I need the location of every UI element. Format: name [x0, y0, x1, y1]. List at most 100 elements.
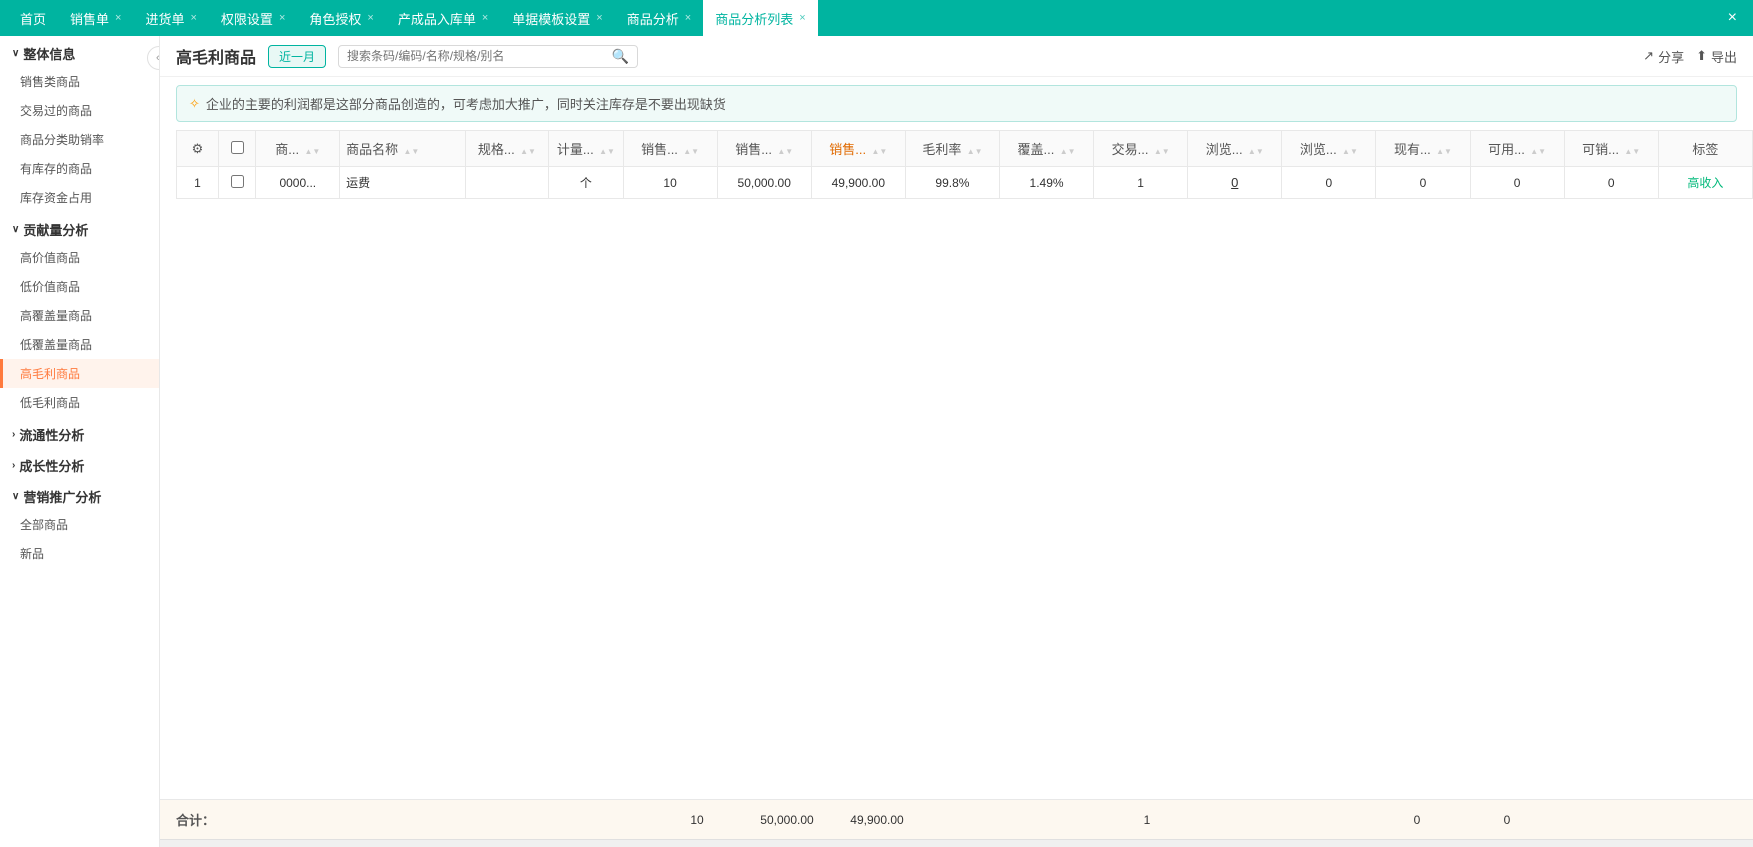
footer-cell-17 [1642, 813, 1732, 827]
content-area: 高毛利商品 近一月 🔍 ↗ 分享 ⬆ 导出 ✧ 企业的主要的利润都是这部分 [160, 36, 1753, 847]
sidebar-group-0[interactable]: ∨整体信息 [0, 36, 159, 67]
nav-item-close-3[interactable]: × [279, 12, 285, 24]
footer-cell-16 [1552, 813, 1642, 827]
footer-cell-13 [1282, 813, 1372, 827]
col-header-browse2[interactable]: 浏览... ▲▼ [1282, 131, 1376, 167]
nav-item-close-2[interactable]: × [190, 12, 196, 24]
col-spec-label: 规格... [478, 142, 515, 157]
col-gross-margin-label: 毛利率 [922, 142, 961, 157]
footer-cell-9 [922, 813, 1012, 827]
col-header-sales-amount[interactable]: 销售... ▲▼ [717, 131, 811, 167]
col-sort-name: ▲▼ [403, 147, 419, 156]
nav-item-close-8[interactable]: × [799, 12, 805, 24]
col-header-unit[interactable]: 计量... ▲▼ [549, 131, 623, 167]
col-header-name[interactable]: 商品名称 ▲▼ [340, 131, 465, 167]
col-header-sales-qty[interactable]: 销售... ▲▼ [623, 131, 717, 167]
nav-item-label-8: 商品分析列表 [715, 9, 793, 28]
col-sales-qty-label: 销售... [641, 142, 678, 157]
sidebar-item-0-4[interactable]: 库存资金占用 [0, 183, 159, 212]
sidebar-group-4[interactable]: ∨营销推广分析 [0, 479, 159, 510]
col-header-code[interactable]: 商... ▲▼ [256, 131, 340, 167]
nav-item-close-7[interactable]: × [685, 12, 691, 24]
col-header-browse1[interactable]: 浏览... ▲▼ [1188, 131, 1282, 167]
date-filter-button[interactable]: 近一月 [268, 45, 326, 68]
sidebar: « ∨整体信息销售类商品交易过的商品商品分类助销率有库存的商品库存资金占用∨贡献… [0, 36, 160, 847]
col-header-coverage[interactable]: 覆盖... ▲▼ [999, 131, 1093, 167]
nav-item-6[interactable]: 单据模板设置 × [500, 0, 614, 36]
footer-cell-3 [392, 813, 512, 827]
sidebar-item-1-1[interactable]: 低价值商品 [0, 272, 159, 301]
nav-item-1[interactable]: 销售单 × [58, 0, 133, 36]
sidebar-item-0-0[interactable]: 销售类商品 [0, 67, 159, 96]
nav-item-2[interactable]: 进货单 × [133, 0, 208, 36]
sidebar-item-1-2[interactable]: 高覆盖量商品 [0, 301, 159, 330]
footer-cell-11: 1 [1102, 813, 1192, 827]
col-header-gross-margin[interactable]: 毛利率 ▲▼ [905, 131, 999, 167]
col-header-trade[interactable]: 交易... ▲▼ [1094, 131, 1188, 167]
settings-icon[interactable]: ⚙ [192, 141, 204, 156]
sidebar-item-0-2[interactable]: 商品分类助销率 [0, 125, 159, 154]
sidebar-group-arrow-2: › [12, 429, 15, 440]
col-header-saleable-stock[interactable]: 可销... ▲▼ [1564, 131, 1658, 167]
sidebar-item-4-0[interactable]: 全部商品 [0, 510, 159, 539]
sidebar-item-1-3[interactable]: 低覆盖量商品 [0, 330, 159, 359]
cell-coverage-0: 1.49% [999, 167, 1093, 199]
nav-item-8[interactable]: 商品分析列表 × [703, 0, 817, 36]
footer-cell-4 [512, 813, 592, 827]
sidebar-group-3[interactable]: ›成长性分析 [0, 448, 159, 479]
sidebar-item-1-4[interactable]: 高毛利商品 [0, 359, 159, 388]
sidebar-group-1[interactable]: ∨贡献量分析 [0, 212, 159, 243]
sidebar-item-0-3[interactable]: 有库存的商品 [0, 154, 159, 183]
col-current-stock-label: 现有... [1394, 142, 1431, 157]
nav-item-close-6[interactable]: × [596, 12, 602, 24]
nav-item-close-5[interactable]: × [482, 12, 488, 24]
col-header-spec[interactable]: 规格... ▲▼ [465, 131, 549, 167]
col-header-sales-profit[interactable]: 销售... ▲▼ [811, 131, 905, 167]
footer-cell-15: 0 [1462, 813, 1552, 827]
nav-item-7[interactable]: 商品分析 × [615, 0, 703, 36]
nav-item-3[interactable]: 权限设置 × [209, 0, 297, 36]
nav-item-close-1[interactable]: × [115, 12, 121, 24]
search-icon[interactable]: 🔍 [612, 48, 629, 65]
nav-item-0[interactable]: 首页 [8, 0, 58, 36]
cell-sales-profit-0: 49,900.00 [811, 167, 905, 199]
info-banner: ✧ 企业的主要的利润都是这部分商品创造的，可考虑加大推广，同时关注库存是不要出现… [176, 85, 1737, 122]
share-icon: ↗ [1643, 48, 1654, 64]
nav-item-label-4: 角色授权 [309, 9, 361, 28]
cell-browse1-link-0[interactable]: 0 [1231, 175, 1238, 190]
nav-item-5[interactable]: 产成品入库单 × [386, 0, 500, 36]
footer-cell-5 [592, 813, 652, 827]
horizontal-scrollbar[interactable] [160, 839, 1753, 847]
page-title: 高毛利商品 [176, 44, 256, 68]
nav-item-label-5: 产成品入库单 [398, 9, 476, 28]
table-header-row: ⚙ 商... ▲▼ 商品名称 ▲▼ [177, 131, 1753, 167]
col-sort-sales-qty: ▲▼ [683, 147, 699, 156]
sidebar-group-arrow-1: ∨ [12, 224, 19, 235]
sidebar-item-1-5[interactable]: 低毛利商品 [0, 388, 159, 417]
data-table: ⚙ 商... ▲▼ 商品名称 ▲▼ [176, 130, 1753, 199]
share-button[interactable]: ↗ 分享 [1643, 47, 1684, 66]
col-header-available-stock[interactable]: 可用... ▲▼ [1470, 131, 1564, 167]
col-browse1-label: 浏览... [1206, 142, 1243, 157]
sidebar-item-1-0[interactable]: 高价值商品 [0, 243, 159, 272]
sidebar-group-label-3: 成长性分析 [19, 456, 84, 475]
window-close-button[interactable]: × [1720, 9, 1745, 27]
col-header-current-stock[interactable]: 现有... ▲▼ [1376, 131, 1470, 167]
export-button[interactable]: ⬆ 导出 [1696, 47, 1737, 66]
col-sales-profit-label: 销售... [829, 142, 866, 157]
row-checkbox-0[interactable] [231, 175, 244, 188]
col-sales-amount-label: 销售... [735, 142, 772, 157]
col-available-stock-label: 可用... [1488, 142, 1525, 157]
nav-item-4[interactable]: 角色授权 × [297, 0, 385, 36]
footer-cell-6: 10 [652, 813, 742, 827]
cell-sales-qty-0: 10 [623, 167, 717, 199]
select-all-checkbox[interactable] [231, 141, 244, 154]
sidebar-item-0-1[interactable]: 交易过的商品 [0, 96, 159, 125]
nav-item-close-4[interactable]: × [367, 12, 373, 24]
sidebar-item-4-1[interactable]: 新品 [0, 539, 159, 568]
sidebar-group-2[interactable]: ›流通性分析 [0, 417, 159, 448]
col-sort-coverage: ▲▼ [1060, 147, 1076, 156]
search-input[interactable] [347, 49, 612, 63]
col-header-tag[interactable]: 标签 [1658, 131, 1752, 167]
col-sort-browse1: ▲▼ [1248, 147, 1264, 156]
